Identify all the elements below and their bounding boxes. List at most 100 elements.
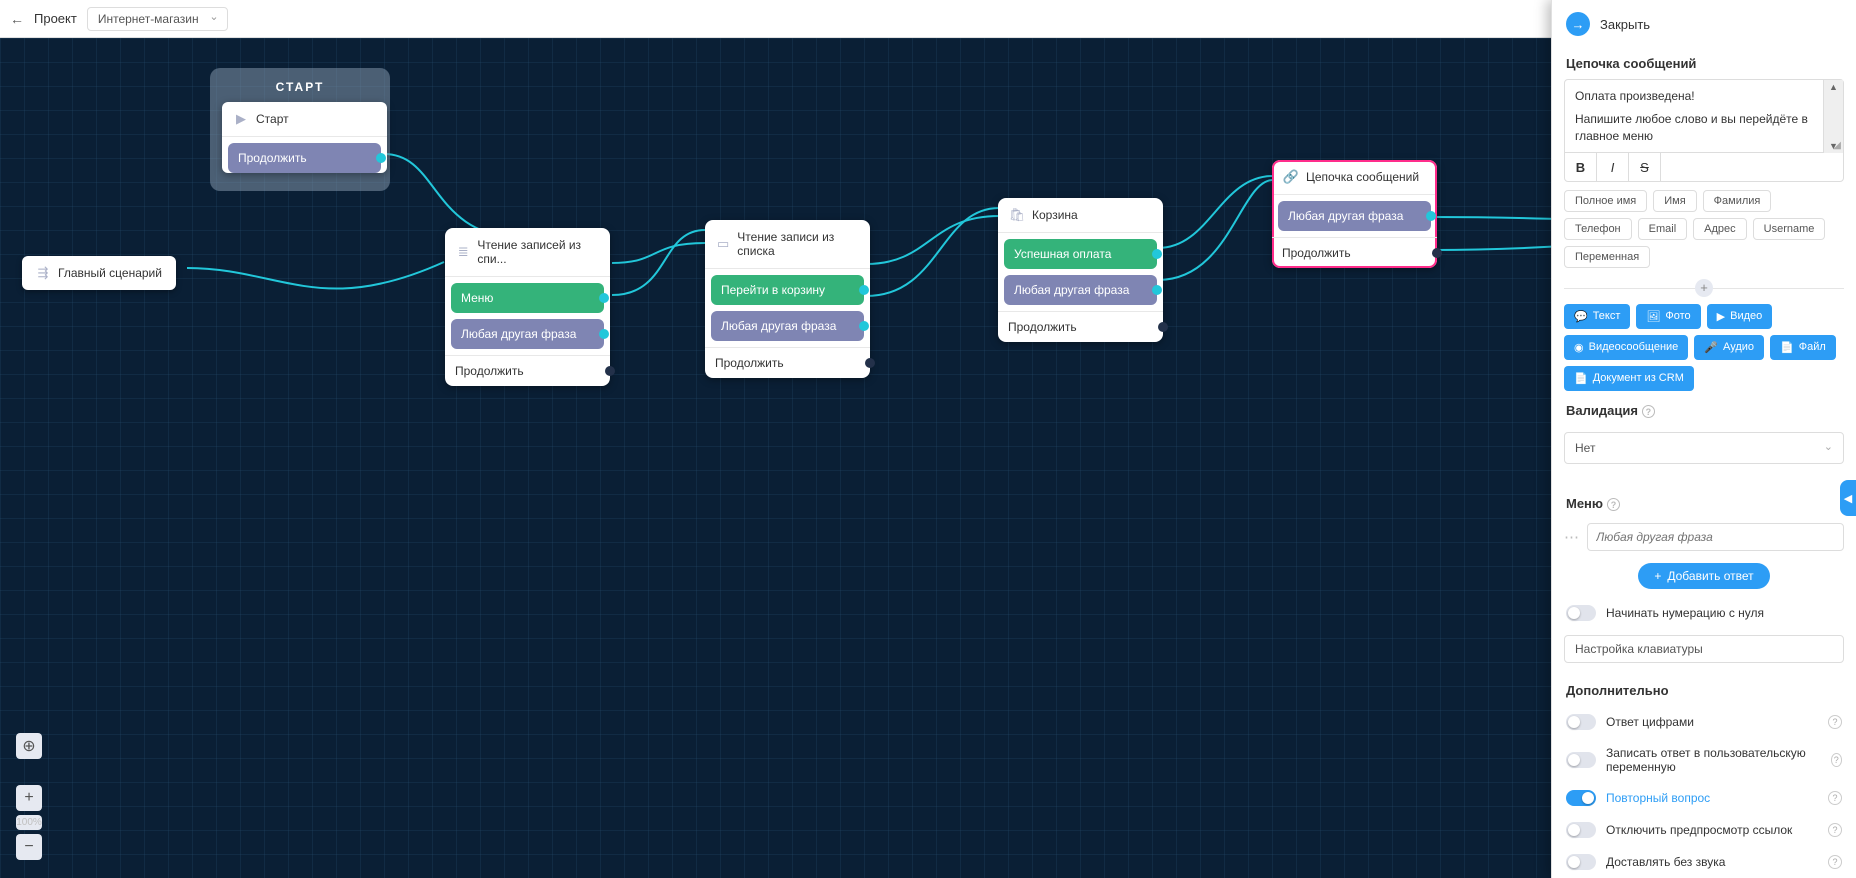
node-read-list-row-0[interactable]: Меню	[451, 283, 604, 313]
zoom-in-button[interactable]: +	[16, 785, 42, 811]
drag-icon[interactable]: ⋯	[1564, 528, 1579, 546]
toggle[interactable]	[1566, 714, 1596, 730]
flow-icon: ⇶	[36, 266, 50, 280]
scroll-up-icon[interactable]: ▲	[1829, 82, 1838, 92]
node-main-scenario[interactable]: ⇶ Главный сценарий	[22, 256, 176, 290]
variable-chip[interactable]: Имя	[1653, 190, 1696, 212]
toggle[interactable]	[1566, 822, 1596, 838]
format-strike-button[interactable]: S	[1629, 153, 1661, 181]
content-button[interactable]: 💬Текст	[1564, 304, 1630, 329]
start-group: СТАРТ ▶Старт Продолжить	[210, 68, 390, 191]
node-chain-row-1[interactable]: Продолжить	[1272, 237, 1437, 268]
add-icon[interactable]: +	[1695, 279, 1713, 297]
toggle[interactable]	[1566, 752, 1596, 768]
variable-chip[interactable]: Username	[1753, 218, 1826, 240]
variable-chip[interactable]: Телефон	[1564, 218, 1632, 240]
editor-scrollbar[interactable]: ▲ ▼ ◢	[1823, 80, 1843, 153]
toggle[interactable]	[1566, 790, 1596, 806]
port-icon[interactable]	[376, 153, 386, 163]
node-read-one-row-2[interactable]: Продолжить	[705, 347, 870, 378]
editor-line-2: Напишите любое слово и вы перейдёте в гл…	[1575, 111, 1817, 145]
row-label: Продолжить	[1282, 246, 1351, 260]
node-cart[interactable]: 🛍Корзина Успешная оплата Любая другая фр…	[998, 198, 1163, 342]
close-icon[interactable]: →	[1566, 12, 1590, 36]
button-label: Текст	[1593, 310, 1621, 322]
node-start-row-0[interactable]: Продолжить	[228, 143, 381, 173]
variable-chip[interactable]: Переменная	[1564, 246, 1650, 268]
node-start[interactable]: ▶Старт Продолжить	[222, 102, 387, 173]
node-read-list[interactable]: ≣Чтение записей из спи... Меню Любая дру…	[445, 228, 610, 386]
close-label[interactable]: Закрыть	[1600, 17, 1650, 32]
node-cart-title: Корзина	[1032, 208, 1078, 222]
port-icon[interactable]	[599, 329, 609, 339]
menu-title: Меню?	[1552, 488, 1856, 519]
button-label: Документ из CRM	[1593, 372, 1684, 384]
back-arrow-icon[interactable]: ←	[10, 11, 24, 27]
validation-select[interactable]: Нет	[1564, 432, 1844, 464]
variable-chip[interactable]: Email	[1638, 218, 1688, 240]
node-read-one-row-0[interactable]: Перейти в корзину	[711, 275, 864, 305]
node-cart-row-1[interactable]: Любая другая фраза	[1004, 275, 1157, 305]
node-chain-row-0[interactable]: Любая другая фраза	[1278, 201, 1431, 231]
help-icon[interactable]: ?	[1607, 498, 1620, 511]
node-read-list-row-2[interactable]: Продолжить	[445, 355, 610, 386]
node-read-one[interactable]: ▭ Чтение записи из списка Перейти в корзи…	[705, 220, 870, 378]
menu-row-input[interactable]	[1587, 523, 1844, 551]
help-icon[interactable]: ?	[1831, 753, 1842, 767]
variable-chip[interactable]: Адрес	[1693, 218, 1747, 240]
port-icon[interactable]	[1426, 211, 1436, 221]
toggle-label: Повторный вопрос	[1606, 791, 1710, 805]
record-icon: ▭	[717, 237, 729, 251]
port-icon[interactable]	[865, 358, 875, 368]
content-button[interactable]: ◉Видеосообщение	[1564, 335, 1688, 360]
button-icon: 📄	[1574, 372, 1588, 385]
help-icon[interactable]: ?	[1828, 791, 1842, 805]
help-icon[interactable]: ?	[1642, 405, 1655, 418]
content-button[interactable]: 🎤Аудио	[1694, 335, 1764, 360]
port-icon[interactable]	[859, 285, 869, 295]
node-main-scenario-title: Главный сценарий	[58, 266, 162, 280]
node-read-list-row-1[interactable]: Любая другая фраза	[451, 319, 604, 349]
variable-chip[interactable]: Фамилия	[1703, 190, 1772, 212]
port-icon[interactable]	[605, 366, 615, 376]
node-cart-row-0[interactable]: Успешная оплата	[1004, 239, 1157, 269]
format-italic-button[interactable]: I	[1597, 153, 1629, 181]
toggle-num-from-zero[interactable]	[1566, 605, 1596, 621]
port-icon[interactable]	[1152, 249, 1162, 259]
port-icon[interactable]	[1432, 248, 1442, 258]
editor[interactable]: Оплата произведена! Напишите любое слово…	[1564, 79, 1844, 182]
zoom-out-button[interactable]: −	[16, 834, 42, 860]
port-icon[interactable]	[1158, 322, 1168, 332]
help-icon[interactable]: ?	[1828, 855, 1842, 869]
format-bold-button[interactable]: B	[1565, 153, 1597, 181]
content-button[interactable]: 📄 Документ из CRM	[1564, 366, 1694, 391]
content-button[interactable]: 🖼Фото	[1636, 304, 1700, 329]
locate-button[interactable]: ⊕	[16, 733, 42, 759]
content-button[interactable]: 📄Файл	[1770, 335, 1836, 360]
content-button[interactable]: ▶Видео	[1707, 304, 1773, 329]
button-label: Аудио	[1723, 341, 1754, 353]
zoom-controls: ⊕ + 100% −	[16, 733, 42, 860]
keyboard-settings-button[interactable]: Настройка клавиатуры	[1564, 635, 1844, 663]
add-answer-button[interactable]: +Добавить ответ	[1638, 563, 1769, 589]
variable-chip[interactable]: Полное имя	[1564, 190, 1647, 212]
button-label: Видео	[1730, 310, 1762, 322]
help-icon[interactable]: ?	[1828, 715, 1842, 729]
node-message-chain[interactable]: 🔗Цепочка сообщений Любая другая фраза Пр…	[1272, 160, 1437, 268]
collapse-tab[interactable]: ◀	[1840, 480, 1856, 516]
node-read-one-row-1[interactable]: Любая другая фраза	[711, 311, 864, 341]
port-icon[interactable]	[1152, 285, 1162, 295]
toggle[interactable]	[1566, 854, 1596, 870]
resize-icon[interactable]: ◢	[1833, 140, 1841, 151]
toggle-label: Начинать нумерацию с нуля	[1606, 606, 1764, 620]
port-icon[interactable]	[599, 293, 609, 303]
project-select[interactable]: Интернет-магазин	[87, 7, 228, 31]
row-label: Продолжить	[455, 364, 524, 378]
help-icon[interactable]: ?	[1828, 823, 1842, 837]
node-cart-row-2[interactable]: Продолжить	[998, 311, 1163, 342]
button-icon: 📄	[1780, 341, 1794, 354]
row-label: Любая другая фраза	[1288, 209, 1403, 223]
node-read-one-title: Чтение записи из списка	[737, 230, 858, 258]
divider: +	[1564, 282, 1844, 293]
port-icon[interactable]	[859, 321, 869, 331]
